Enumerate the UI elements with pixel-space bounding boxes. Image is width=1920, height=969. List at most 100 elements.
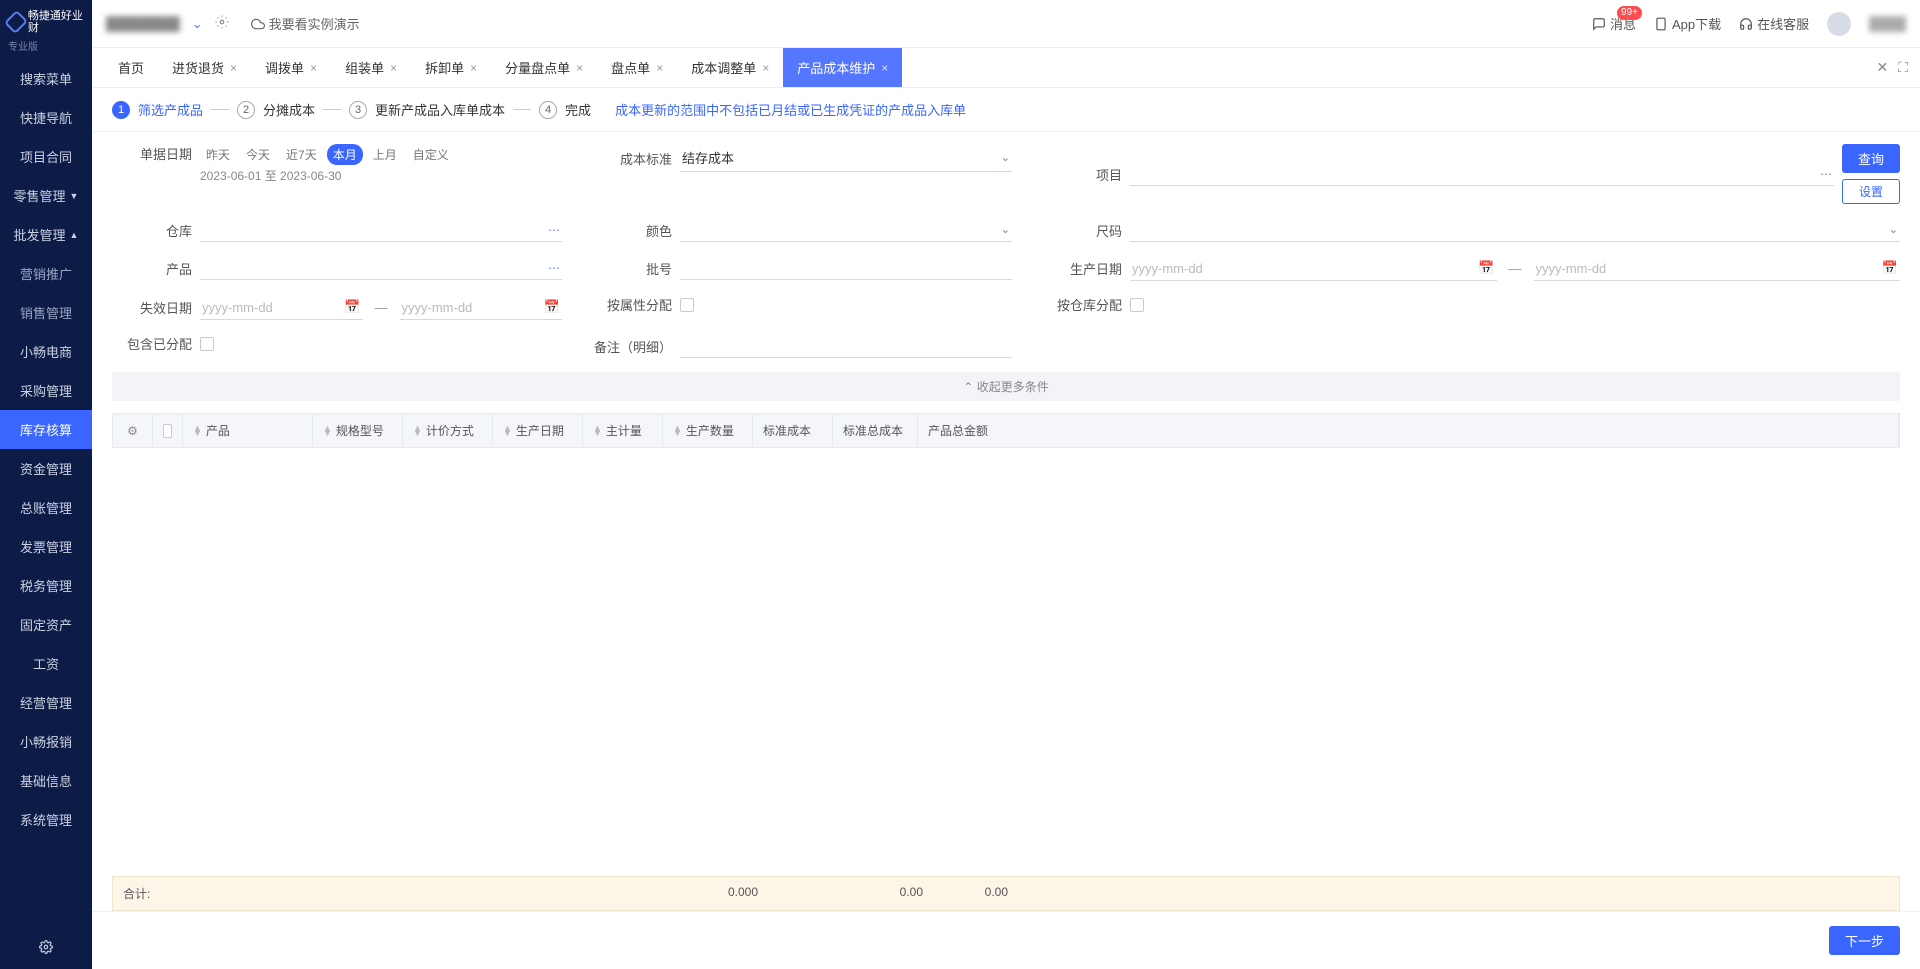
query-button[interactable]: 查询 [1842, 144, 1900, 173]
step-num-3[interactable]: 4 [539, 101, 557, 119]
col-header-8[interactable]: 产品总金额 [918, 414, 1899, 447]
date-chip-0[interactable]: 昨天 [200, 144, 236, 165]
tab-close-icon[interactable]: × [230, 61, 237, 75]
color-select[interactable]: ⌄ [680, 218, 1012, 242]
date-chip-3[interactable]: 本月 [327, 144, 363, 165]
avatar[interactable] [1827, 12, 1851, 36]
username[interactable]: ████ [1869, 16, 1906, 31]
step-num-2[interactable]: 3 [349, 101, 367, 119]
cost-standard-select[interactable]: 结存成本 ⌄ [680, 144, 1012, 172]
tab-close-icon[interactable]: × [310, 61, 317, 75]
sidebar-item-13[interactable]: 税务管理 [0, 566, 92, 605]
col-header-2[interactable]: ▲▼计价方式 [403, 414, 493, 447]
date-chip-5[interactable]: 自定义 [407, 144, 455, 165]
tab-close-icon[interactable]: × [762, 61, 769, 75]
sidebar-item-5[interactable]: 营销推广 [0, 254, 92, 293]
close-icon[interactable]: ✕ [1876, 59, 1888, 76]
size-select[interactable]: ⌄ [1130, 218, 1900, 242]
by-attr-checkbox[interactable] [680, 298, 694, 312]
tab-7[interactable]: 成本调整单× [677, 48, 783, 87]
ellipsis-icon[interactable]: ⋯ [1820, 167, 1832, 181]
tab-close-icon[interactable]: × [656, 61, 663, 75]
col-header-5[interactable]: ▲▼生产数量 [663, 414, 753, 447]
by-warehouse-checkbox[interactable] [1130, 298, 1144, 312]
calendar-icon[interactable]: 📅 [1478, 260, 1494, 276]
col-header-0[interactable]: ▲▼产品 [183, 414, 313, 447]
next-button[interactable]: 下一步 [1829, 926, 1900, 955]
select-all-checkbox[interactable] [163, 424, 172, 438]
sidebar-item-17[interactable]: 小畅报销 [0, 722, 92, 761]
project-input[interactable]: ⋯ [1130, 162, 1834, 186]
calendar-icon[interactable]: 📅 [544, 299, 560, 315]
date-chip-4[interactable]: 上月 [367, 144, 403, 165]
company-selector[interactable]: ████████ [106, 16, 180, 31]
messages-button[interactable]: 消息 99+ [1592, 14, 1636, 33]
sidebar-item-10[interactable]: 资金管理 [0, 449, 92, 488]
tab-4[interactable]: 拆卸单× [411, 48, 491, 87]
warehouse-input[interactable]: ⋯ [200, 218, 562, 242]
sidebar-item-14[interactable]: 固定资产 [0, 605, 92, 644]
settings-button[interactable]: 设置 [1842, 179, 1900, 204]
sidebar-item-16[interactable]: 经营管理 [0, 683, 92, 722]
col-header-1[interactable]: ▲▼规格型号 [313, 414, 403, 447]
sidebar-item-18[interactable]: 基础信息 [0, 761, 92, 800]
tab-6[interactable]: 盘点单× [597, 48, 677, 87]
date-chip-1[interactable]: 今天 [240, 144, 276, 165]
tab-close-icon[interactable]: × [881, 61, 888, 75]
collapse-filter-button[interactable]: ⌃ 收起更多条件 [112, 372, 1900, 401]
step-num-0[interactable]: 1 [112, 101, 130, 119]
col-header-7[interactable]: 标准总成本 [833, 414, 918, 447]
sort-icon[interactable]: ▲▼ [323, 426, 332, 436]
sidebar-item-3[interactable]: 零售管理▼ [0, 176, 92, 215]
sidebar-item-4[interactable]: 批发管理▲ [0, 215, 92, 254]
tab-close-icon[interactable]: × [390, 61, 397, 75]
chevron-down-icon[interactable]: ⌄ [192, 16, 203, 32]
sort-icon[interactable]: ▲▼ [413, 426, 422, 436]
sort-icon[interactable]: ▲▼ [673, 426, 682, 436]
sidebar-item-15[interactable]: 工资 [0, 644, 92, 683]
calendar-icon[interactable]: 📅 [1882, 260, 1898, 276]
sidebar-item-19[interactable]: 系统管理 [0, 800, 92, 839]
fullscreen-icon[interactable]: ⛶ [1898, 59, 1908, 76]
sidebar-item-1[interactable]: 快捷导航 [0, 98, 92, 137]
prod-date-to[interactable]: yyyy-mm-dd 📅 [1534, 256, 1901, 281]
col-header-6[interactable]: 标准成本 [753, 414, 833, 447]
tab-3[interactable]: 组装单× [331, 48, 411, 87]
sort-icon[interactable]: ▲▼ [593, 426, 602, 436]
sidebar-item-0[interactable]: 搜索菜单 [0, 59, 92, 98]
expiry-date-to[interactable]: yyyy-mm-dd 📅 [400, 295, 563, 320]
app-download-button[interactable]: App下载 [1654, 14, 1721, 33]
tab-5[interactable]: 分量盘点单× [491, 48, 597, 87]
product-input[interactable]: ⋯ [200, 256, 562, 280]
sidebar-item-2[interactable]: 项目合同 [0, 137, 92, 176]
ellipsis-icon[interactable]: ⋯ [548, 261, 560, 275]
sidebar-item-8[interactable]: 采购管理 [0, 371, 92, 410]
sidebar-item-7[interactable]: 小畅电商 [0, 332, 92, 371]
remark-input[interactable] [680, 334, 1012, 358]
expiry-date-from[interactable]: yyyy-mm-dd 📅 [200, 295, 363, 320]
step-num-1[interactable]: 2 [237, 101, 255, 119]
include-alloc-checkbox[interactable] [200, 337, 214, 351]
prod-date-from[interactable]: yyyy-mm-dd 📅 [1130, 256, 1497, 281]
tab-0[interactable]: 首页 [104, 48, 158, 87]
tab-8[interactable]: 产品成本维护× [783, 48, 902, 87]
sidebar-item-9[interactable]: 库存核算 [0, 410, 92, 449]
col-header-4[interactable]: ▲▼主计量 [583, 414, 663, 447]
tab-close-icon[interactable]: × [576, 61, 583, 75]
sidebar-item-12[interactable]: 发票管理 [0, 527, 92, 566]
calendar-icon[interactable]: 📅 [344, 299, 360, 315]
sort-icon[interactable]: ▲▼ [193, 426, 202, 436]
ellipsis-icon[interactable]: ⋯ [548, 223, 560, 237]
table-settings-icon[interactable]: ⚙ [113, 414, 153, 447]
date-chip-2[interactable]: 近7天 [280, 144, 323, 165]
sidebar-settings-icon[interactable] [0, 928, 92, 969]
tab-close-icon[interactable]: × [470, 61, 477, 75]
batch-input[interactable] [680, 256, 1012, 280]
gear-icon[interactable] [215, 15, 229, 32]
tab-1[interactable]: 进货退货× [158, 48, 251, 87]
sidebar-item-11[interactable]: 总账管理 [0, 488, 92, 527]
sort-icon[interactable]: ▲▼ [503, 426, 512, 436]
col-header-3[interactable]: ▲▼生产日期 [493, 414, 583, 447]
tab-2[interactable]: 调拨单× [251, 48, 331, 87]
demo-link[interactable]: 我要看实例演示 [251, 14, 360, 33]
